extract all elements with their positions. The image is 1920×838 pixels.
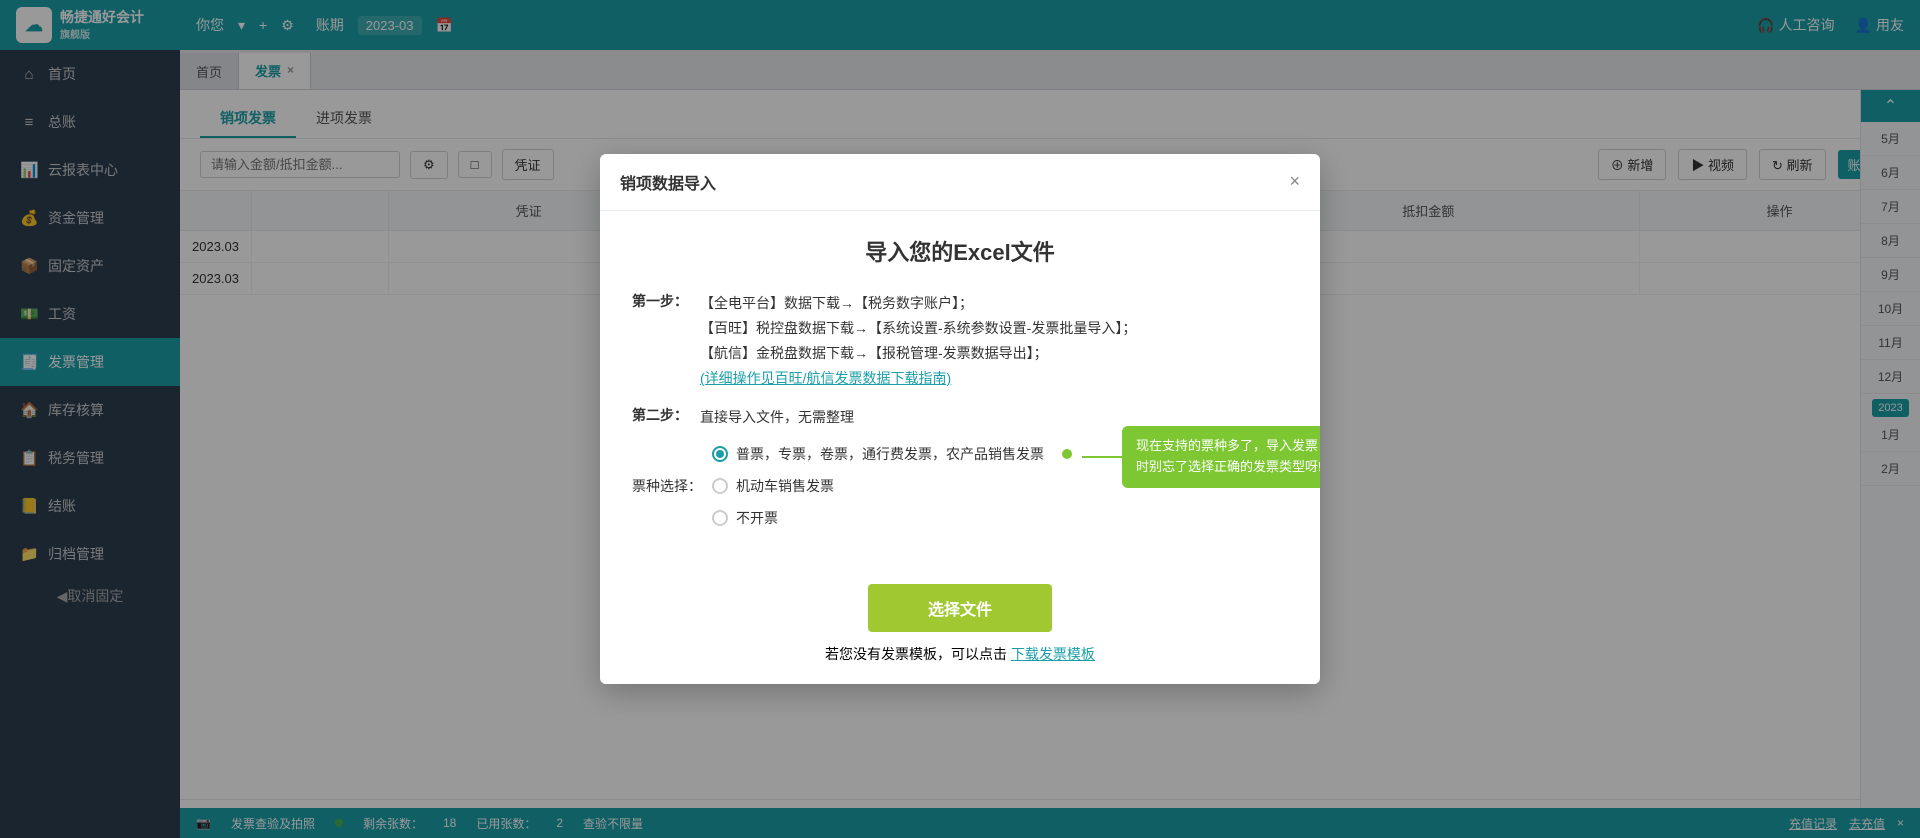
modal-header: 销项数据导入 ×: [600, 154, 1320, 211]
step1-row: 第一步： 【全电平台】数据下载→【税务数字账户】； 【百旺】税控盘数据下载→【系…: [632, 291, 1288, 392]
ticket-option-motor-label: 机动车销售发票: [736, 476, 834, 496]
tooltip-wrapper: × 现在支持的票种多了，导入发票时别忘了选择正确的发票类型呀!: [1062, 446, 1072, 462]
download-template-link[interactable]: 下载发票模板: [1011, 646, 1095, 662]
select-file-button[interactable]: 选择文件: [868, 584, 1052, 632]
ticket-option-normal-label: 普票，专票，卷票，通行费发票，农产品销售发票: [736, 444, 1044, 464]
radio-none-circle: [712, 510, 728, 526]
step1-link[interactable]: (详细操作见百旺/航信发票数据下载指南): [700, 366, 1136, 391]
step1-label: 第一步：: [632, 291, 688, 392]
step1-line3: 【航信】金税盘数据下载→【报税管理-发票数据导出】；: [700, 341, 1136, 366]
step2-content: 直接导入文件，无需整理: [700, 405, 854, 430]
tooltip-line-container: × 现在支持的票种多了，导入发票时别忘了选择正确的发票类型呀!: [1082, 426, 1320, 488]
modal-overlay[interactable]: 销项数据导入 × 导入您的Excel文件 第一步： 【全电平台】数据下载→【税务…: [0, 0, 1920, 838]
modal-footer: 选择文件 若您没有发票模板，可以点击 下载发票模板: [600, 568, 1320, 684]
step1-line1: 【全电平台】数据下载→【税务数字账户】；: [700, 291, 1136, 316]
ticket-option-normal[interactable]: 普票，专票，卷票，通行费发票，农产品销售发票 × 现在支持的票种多了，导入发票时…: [712, 444, 1072, 464]
step1-line2: 【百旺】税控盘数据下载→【系统设置-系统参数设置-发票批量导入】；: [700, 316, 1136, 341]
modal-body: 导入您的Excel文件 第一步： 【全电平台】数据下载→【税务数字账户】； 【百…: [600, 211, 1320, 569]
radio-motor-circle: [712, 478, 728, 494]
step2-label: 第二步：: [632, 405, 688, 430]
footer-hint: 若您没有发票模板，可以点击: [825, 646, 1007, 662]
modal-title: 销项数据导入: [620, 170, 716, 194]
ticket-option-none[interactable]: 不开票: [712, 508, 1072, 528]
radio-normal-circle: [712, 446, 728, 462]
tooltip-text: 现在支持的票种多了，导入发票时别忘了选择正确的发票类型呀!: [1136, 438, 1320, 474]
footer-hint-row: 若您没有发票模板，可以点击 下载发票模板: [825, 644, 1095, 664]
ticket-radio-group: 普票，专票，卷票，通行费发票，农产品销售发票 × 现在支持的票种多了，导入发票时…: [712, 444, 1072, 528]
tooltip-line: [1082, 456, 1122, 458]
ticket-label: 票种选择：: [632, 476, 702, 496]
ticket-option-none-label: 不开票: [736, 508, 778, 528]
tooltip-bubble: × 现在支持的票种多了，导入发票时别忘了选择正确的发票类型呀!: [1122, 426, 1320, 488]
modal-main-title: 导入您的Excel文件: [632, 235, 1288, 267]
step1-content: 【全电平台】数据下载→【税务数字账户】； 【百旺】税控盘数据下载→【系统设置-系…: [700, 291, 1136, 392]
ticket-option-motor[interactable]: 机动车销售发票: [712, 476, 1072, 496]
modal-close-button[interactable]: ×: [1289, 171, 1300, 192]
modal: 销项数据导入 × 导入您的Excel文件 第一步： 【全电平台】数据下载→【税务…: [600, 154, 1320, 685]
tooltip-dot: [1062, 449, 1072, 459]
ticket-type-row: 票种选择： 普票，专票，卷票，通行费发票，农产品销售发票 ×: [632, 444, 1288, 528]
